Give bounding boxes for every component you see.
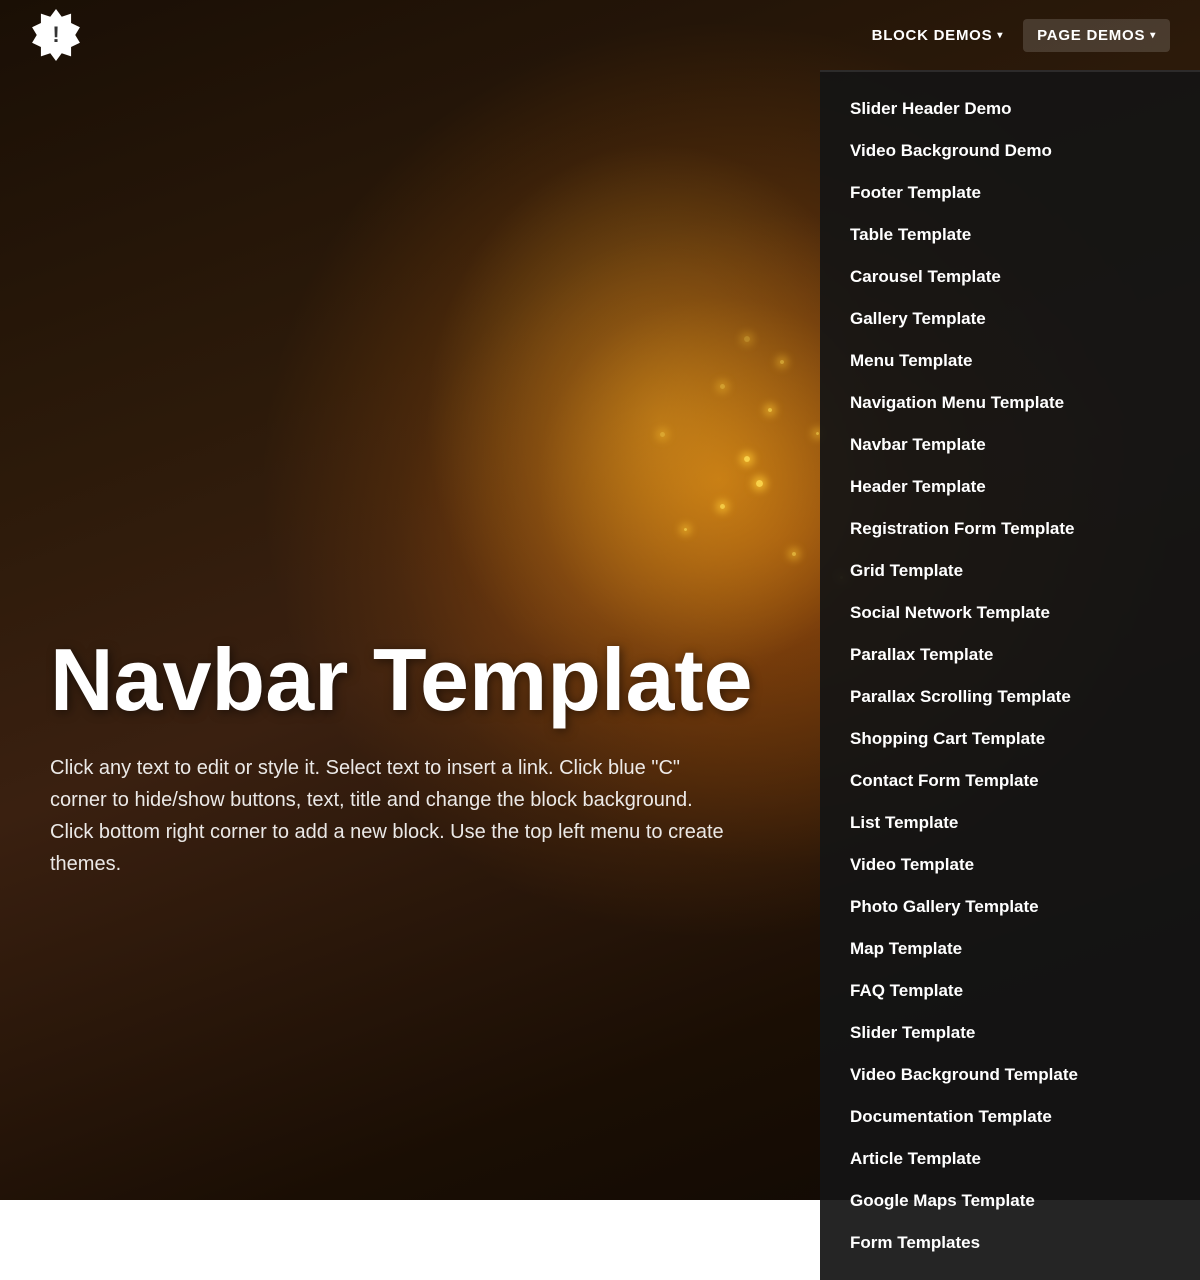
menu-item-documentation-template[interactable]: Documentation Template <box>820 1096 1200 1138</box>
menu-item-video-background-demo[interactable]: Video Background Demo <box>820 130 1200 172</box>
menu-item-navbar-template[interactable]: Navbar Template <box>820 424 1200 466</box>
menu-item-slider-template[interactable]: Slider Template <box>820 1012 1200 1054</box>
menu-item-article-template[interactable]: Article Template <box>820 1138 1200 1180</box>
menu-item-social-network-template[interactable]: Social Network Template <box>820 592 1200 634</box>
menu-item-gallery-template[interactable]: Gallery Template <box>820 298 1200 340</box>
menu-item-parallax-template[interactable]: Parallax Template <box>820 634 1200 676</box>
menu-item-carousel-template[interactable]: Carousel Template <box>820 256 1200 298</box>
hero-content: Navbar Template Click any text to edit o… <box>50 636 753 880</box>
menu-item-contact-form-template[interactable]: Contact Form Template <box>820 760 1200 802</box>
nav-links: BLOCK DEMOS ▾ PAGE DEMOS ▾ <box>858 19 1170 52</box>
menu-item-map-template[interactable]: Map Template <box>820 928 1200 970</box>
navbar: ! BLOCK DEMOS ▾ PAGE DEMOS ▾ <box>0 0 1200 70</box>
page-demos-dropdown: Slider Header Demo Video Background Demo… <box>820 70 1200 1280</box>
menu-item-footer-template[interactable]: Footer Template <box>820 172 1200 214</box>
menu-item-photo-gallery-template[interactable]: Photo Gallery Template <box>820 886 1200 928</box>
menu-item-google-maps-template[interactable]: Google Maps Template <box>820 1180 1200 1222</box>
chevron-down-icon: ▾ <box>997 30 1003 41</box>
menu-item-form-templates[interactable]: Form Templates <box>820 1222 1200 1264</box>
menu-item-grid-template[interactable]: Grid Template <box>820 550 1200 592</box>
menu-item-faq-template[interactable]: FAQ Template <box>820 970 1200 1012</box>
block-demos-button[interactable]: BLOCK DEMOS ▾ <box>858 19 1018 52</box>
menu-item-table-template[interactable]: Table Template <box>820 214 1200 256</box>
menu-item-parallax-scrolling-template[interactable]: Parallax Scrolling Template <box>820 676 1200 718</box>
logo-icon: ! <box>52 22 59 48</box>
menu-item-header-template[interactable]: Header Template <box>820 466 1200 508</box>
hero-description[interactable]: Click any text to edit or style it. Sele… <box>50 752 730 880</box>
menu-item-slider-header-demo[interactable]: Slider Header Demo <box>820 88 1200 130</box>
page-demos-button[interactable]: PAGE DEMOS ▾ <box>1023 19 1170 52</box>
logo-badge[interactable]: ! <box>30 9 82 61</box>
menu-item-video-background-template[interactable]: Video Background Template <box>820 1054 1200 1096</box>
menu-item-menu-template[interactable]: Menu Template <box>820 340 1200 382</box>
chevron-down-icon: ▾ <box>1150 30 1156 41</box>
menu-item-shopping-cart-template[interactable]: Shopping Cart Template <box>820 718 1200 760</box>
menu-item-navigation-menu-template[interactable]: Navigation Menu Template <box>820 382 1200 424</box>
menu-item-registration-form-template[interactable]: Registration Form Template <box>820 508 1200 550</box>
menu-item-list-template[interactable]: List Template <box>820 802 1200 844</box>
hero-title[interactable]: Navbar Template <box>50 636 753 724</box>
menu-item-video-template[interactable]: Video Template <box>820 844 1200 886</box>
